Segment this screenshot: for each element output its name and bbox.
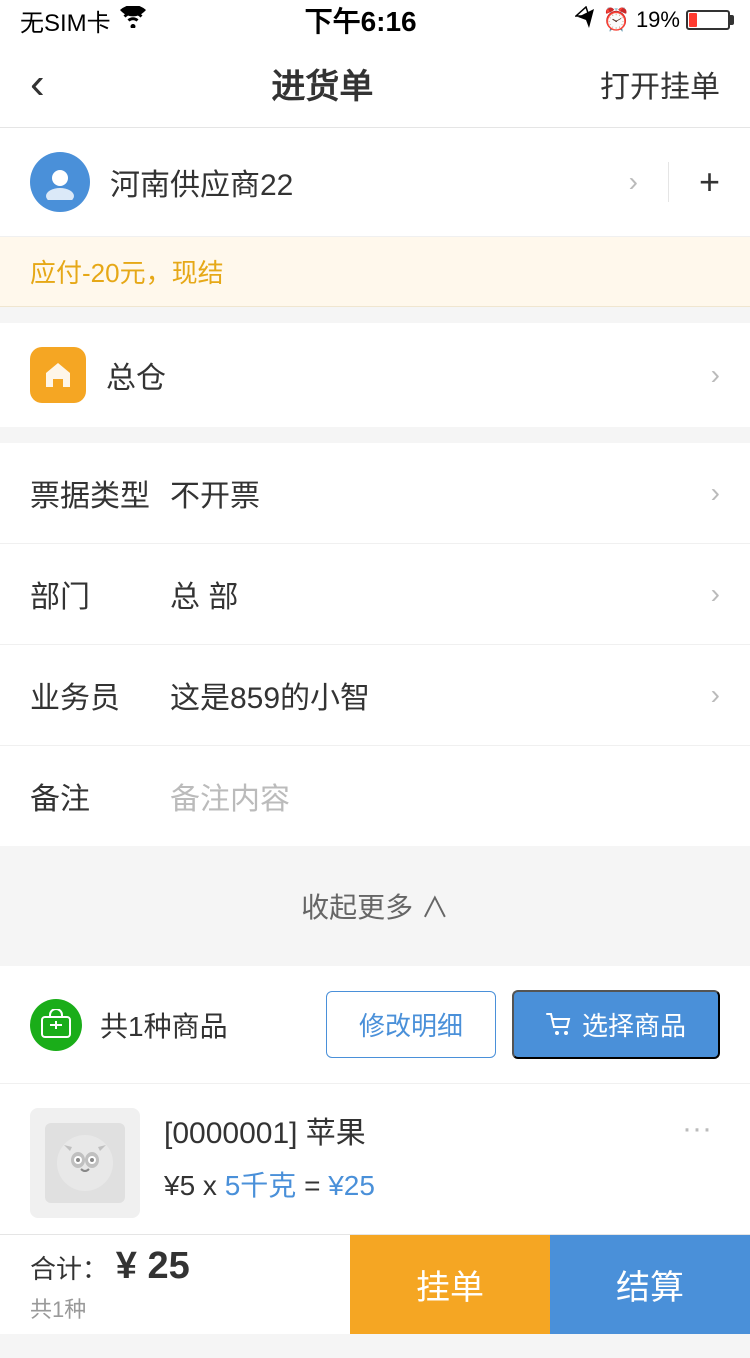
product-count: 共1种商品 bbox=[100, 1005, 326, 1045]
remark-row[interactable]: 备注 备注内容 bbox=[0, 746, 750, 846]
salesperson-row[interactable]: 业务员 这是859的小智 › bbox=[0, 645, 750, 746]
supplier-section: 河南供应商22 › + 应付-20元，现结 bbox=[0, 128, 750, 307]
total-count: 共1种 bbox=[30, 1292, 320, 1324]
select-product-button[interactable]: 选择商品 bbox=[512, 990, 720, 1059]
supplier-divider bbox=[668, 162, 669, 202]
supplier-arrow-icon: › bbox=[629, 166, 638, 198]
product-title: 苹果 bbox=[306, 1117, 366, 1150]
product-name: [0000001] 苹果 bbox=[164, 1108, 674, 1152]
battery-text: 19% bbox=[636, 7, 680, 33]
department-label: 部门 bbox=[30, 572, 150, 616]
battery-icon bbox=[686, 10, 730, 30]
ticket-type-label: 票据类型 bbox=[30, 471, 150, 515]
open-pending-button[interactable]: 打开挂单 bbox=[600, 62, 720, 106]
cart-icon bbox=[546, 1013, 574, 1037]
form-section: 票据类型 不开票 › 部门 总 部 › 业务员 这是859的小智 › 备注 备注… bbox=[0, 443, 750, 846]
product-thumb-inner bbox=[45, 1123, 125, 1203]
page-title: 进货单 bbox=[271, 59, 373, 108]
back-button[interactable]: ‹ bbox=[30, 59, 45, 109]
product-header: 共1种商品 修改明细 选择商品 bbox=[0, 966, 750, 1084]
collapse-label: 收起更多 ∧ bbox=[301, 892, 449, 923]
equals: = bbox=[304, 1170, 328, 1201]
location-icon bbox=[575, 6, 597, 34]
nav-bar: ‹ 进货单 打开挂单 bbox=[0, 40, 750, 128]
supplier-name: 河南供应商22 bbox=[110, 160, 629, 204]
ticket-type-row[interactable]: 票据类型 不开票 › bbox=[0, 443, 750, 544]
footer: 合计： ¥ 25 共1种 挂单 结算 bbox=[0, 1234, 750, 1334]
alarm-icon: ⏰ bbox=[603, 7, 630, 33]
status-time: 下午6:16 bbox=[305, 0, 417, 40]
owl-icon bbox=[55, 1133, 115, 1193]
total-amount: ¥ 25 bbox=[116, 1245, 190, 1287]
supplier-notice: 应付-20元，现结 bbox=[0, 237, 750, 307]
product-code: [0000001] bbox=[164, 1117, 306, 1150]
ticket-type-arrow: › bbox=[711, 477, 720, 509]
product-icon bbox=[30, 999, 82, 1051]
checkout-btn-label: 结算 bbox=[616, 1260, 684, 1309]
wifi-icon bbox=[119, 6, 147, 35]
footer-total: 合计： ¥ 25 共1种 bbox=[0, 1235, 350, 1334]
total-price: ¥25 bbox=[328, 1170, 375, 1201]
department-arrow: › bbox=[711, 578, 720, 610]
checkout-button[interactable]: 结算 bbox=[550, 1235, 750, 1334]
supplier-row[interactable]: 河南供应商22 › + bbox=[0, 128, 750, 237]
quantity: 5千克 bbox=[225, 1170, 297, 1201]
warehouse-arrow-icon: › bbox=[711, 359, 720, 391]
hold-order-button[interactable]: 挂单 bbox=[350, 1235, 550, 1334]
add-supplier-button[interactable]: + bbox=[699, 161, 720, 203]
product-thumbnail bbox=[30, 1108, 140, 1218]
warehouse-section: 总仓 › bbox=[0, 323, 750, 427]
content: 河南供应商22 › + 应付-20元，现结 总仓 › 票据类型 不开票 › 部门… bbox=[0, 128, 750, 1358]
edit-detail-button[interactable]: 修改明细 bbox=[326, 991, 496, 1058]
warehouse-name: 总仓 bbox=[106, 353, 711, 397]
supplier-avatar bbox=[30, 152, 90, 212]
warehouse-icon bbox=[30, 347, 86, 403]
hold-btn-label: 挂单 bbox=[416, 1260, 484, 1309]
salesperson-arrow: › bbox=[711, 679, 720, 711]
product-info: [0000001] 苹果 ¥5 x 5千克 = ¥25 bbox=[164, 1108, 674, 1204]
total-label: 合计： bbox=[30, 1254, 108, 1284]
status-right: ⏰ 19% bbox=[575, 6, 730, 34]
product-more-button[interactable]: ··· bbox=[674, 1108, 720, 1150]
status-carrier: 无SIM卡 bbox=[20, 3, 147, 38]
collapse-button[interactable]: 收起更多 ∧ bbox=[0, 862, 750, 950]
unit-price: ¥5 x bbox=[164, 1170, 225, 1201]
product-price: ¥5 x 5千克 = ¥25 bbox=[164, 1164, 674, 1204]
select-product-label: 选择商品 bbox=[582, 1006, 686, 1043]
remark-label: 备注 bbox=[30, 774, 150, 818]
warehouse-row[interactable]: 总仓 › bbox=[0, 323, 750, 427]
salesperson-value: 这是859的小智 bbox=[150, 673, 711, 717]
footer-total-row: 合计： ¥ 25 bbox=[30, 1245, 320, 1288]
carrier-text: 无SIM卡 bbox=[20, 3, 111, 38]
department-value: 总 部 bbox=[150, 572, 711, 616]
remark-placeholder[interactable]: 备注内容 bbox=[150, 774, 720, 818]
product-item: [0000001] 苹果 ¥5 x 5千克 = ¥25 ··· bbox=[0, 1084, 750, 1242]
status-bar: 无SIM卡 下午6:16 ⏰ 19% bbox=[0, 0, 750, 40]
department-row[interactable]: 部门 总 部 › bbox=[0, 544, 750, 645]
salesperson-label: 业务员 bbox=[30, 673, 150, 717]
ticket-type-value: 不开票 bbox=[150, 471, 711, 515]
